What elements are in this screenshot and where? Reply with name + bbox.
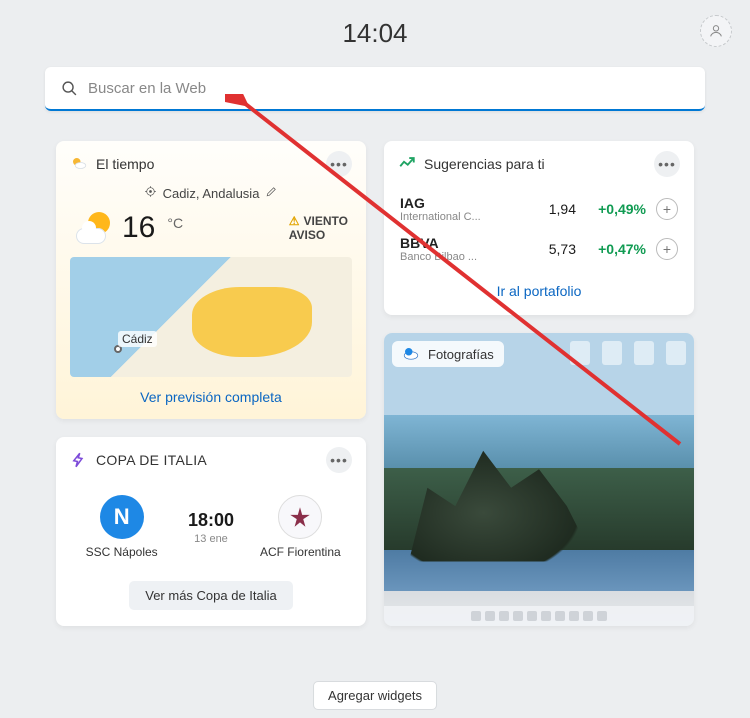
- edit-location-icon[interactable]: [265, 185, 278, 201]
- desktop-icons-row: [570, 341, 686, 365]
- photos-icon: [402, 345, 420, 363]
- alert-line-1: VIENTO: [304, 214, 348, 228]
- team-away-name: ACF Fiorentina: [255, 545, 345, 559]
- photo-taskbar: [384, 606, 694, 626]
- stock-row[interactable]: BBVA Banco Bilbao ... 5,73 +0,47% +: [400, 229, 678, 269]
- temp-value: 16: [122, 211, 155, 245]
- map-city-label: Cádiz: [118, 331, 157, 347]
- sports-widget[interactable]: COPA DE ITALIA ••• N SSC Nápoles 18:00 1…: [56, 437, 366, 626]
- clock: 14:04: [0, 18, 750, 49]
- photo-thumbnail: [384, 333, 694, 626]
- portfolio-link[interactable]: Ir al portafolio: [384, 269, 694, 315]
- stock-add-button[interactable]: +: [656, 238, 678, 260]
- stock-company: International C...: [400, 211, 516, 223]
- team-home-logo: N: [100, 495, 144, 539]
- weather-location[interactable]: Cadiz, Andalusia: [56, 185, 366, 201]
- stock-change: +0,47%: [576, 241, 646, 257]
- alert-line-2: AVISO: [289, 228, 348, 242]
- stock-price: 5,73: [516, 241, 576, 257]
- team-home[interactable]: N SSC Nápoles: [77, 495, 167, 559]
- user-icon: [708, 23, 724, 39]
- photos-widget[interactable]: Fotografías: [384, 333, 694, 626]
- match-time-value: 18:00: [188, 510, 234, 531]
- stock-add-button[interactable]: +: [656, 198, 678, 220]
- sports-menu-button[interactable]: •••: [326, 447, 352, 473]
- stock-price: 1,94: [516, 201, 576, 217]
- add-widgets-button[interactable]: Agregar widgets: [313, 681, 437, 710]
- suggestions-menu-button[interactable]: •••: [654, 151, 680, 177]
- team-away[interactable]: ACF Fiorentina: [255, 495, 345, 559]
- sports-title: COPA DE ITALIA: [96, 452, 207, 468]
- team-away-logo: [278, 495, 322, 539]
- weather-temperature: 16 °C: [74, 211, 183, 245]
- stock-row[interactable]: IAG International C... 1,94 +0,49% +: [400, 189, 678, 229]
- alert-warning-icon: ⚠: [289, 214, 300, 228]
- weather-icon: [70, 155, 88, 173]
- sports-more-link[interactable]: Ver más Copa de Italia: [129, 581, 293, 610]
- team-home-name: SSC Nápoles: [77, 545, 167, 559]
- sports-icon: [70, 451, 88, 469]
- search-input[interactable]: [88, 80, 689, 97]
- suggestions-widget[interactable]: Sugerencias para ti ••• IAG Internationa…: [384, 141, 694, 315]
- stock-symbol: IAG: [400, 195, 516, 211]
- weather-widget[interactable]: El tiempo ••• Cadiz, Andalusia 16 °C ⚠ VI…: [56, 141, 366, 419]
- match-date: 13 ene: [188, 533, 234, 545]
- user-avatar[interactable]: [700, 15, 732, 47]
- weather-map[interactable]: Cádiz: [70, 257, 352, 377]
- temp-unit: °C: [167, 215, 183, 231]
- stocks-icon: [398, 155, 416, 173]
- match-row: N SSC Nápoles 18:00 13 ene ACF Fiorentin…: [56, 479, 366, 569]
- weather-forecast-link[interactable]: Ver previsión completa: [56, 377, 366, 419]
- search-bar[interactable]: [45, 67, 705, 111]
- match-time: 18:00 13 ene: [188, 510, 234, 545]
- weather-menu-button[interactable]: •••: [326, 151, 352, 177]
- weather-location-name: Cadiz, Andalusia: [163, 186, 260, 201]
- photos-title: Fotografías: [428, 347, 494, 362]
- weather-condition-icon: [74, 212, 114, 244]
- stock-company: Banco Bilbao ...: [400, 251, 516, 263]
- stock-symbol: BBVA: [400, 235, 516, 251]
- search-icon: [61, 80, 78, 97]
- location-target-icon: [144, 185, 157, 201]
- stock-change: +0,49%: [576, 201, 646, 217]
- suggestions-title: Sugerencias para ti: [424, 156, 545, 172]
- weather-title: El tiempo: [96, 156, 154, 172]
- weather-alert: ⚠ VIENTO AVISO: [289, 214, 348, 242]
